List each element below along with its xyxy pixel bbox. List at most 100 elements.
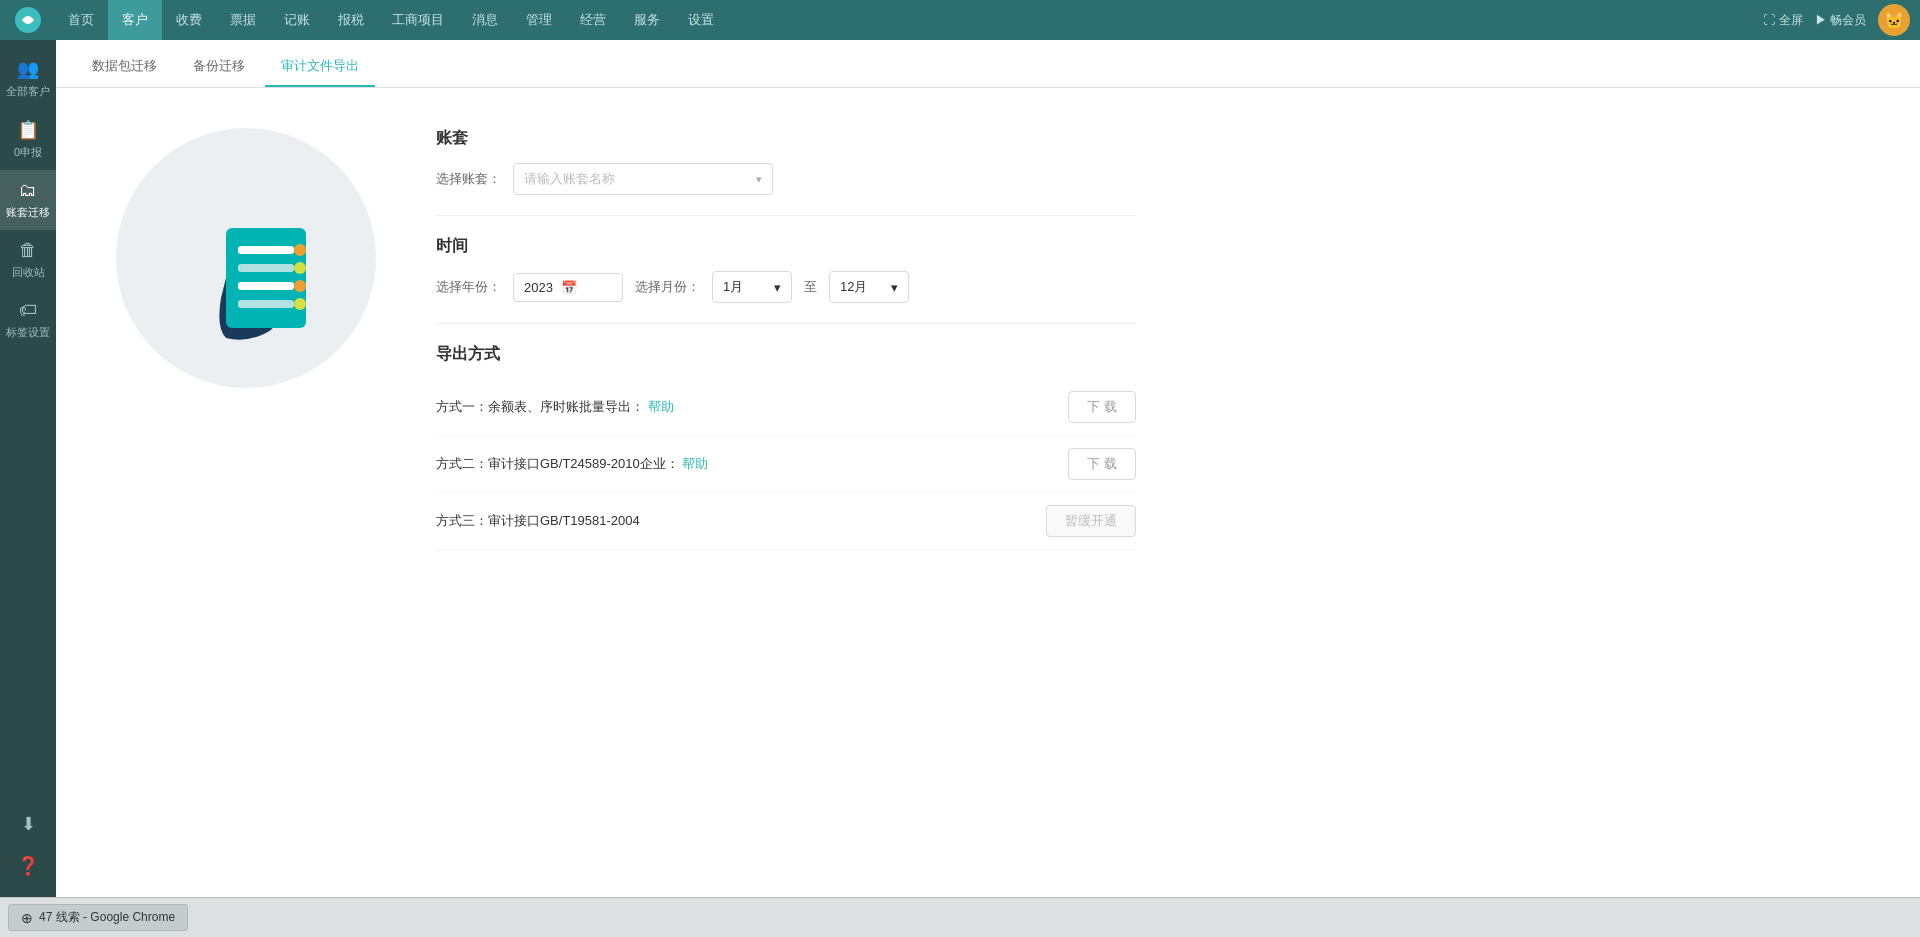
method-3-text: 方式三：审计接口GB/T19581-2004 xyxy=(436,512,640,530)
nav-invoice[interactable]: 票据 xyxy=(216,0,270,40)
logo xyxy=(10,2,46,38)
svg-point-6 xyxy=(294,244,306,256)
method-1-text: 方式一：余额表、序时账批量导出： 帮助 xyxy=(436,398,674,416)
sidebar-label-account-migration: 账套迁移 xyxy=(6,205,50,220)
calendar-icon: 📅 xyxy=(561,280,577,295)
account-select-placeholder: 请输入账套名称 xyxy=(524,170,615,188)
nav-home[interactable]: 首页 xyxy=(54,0,108,40)
method-2-label: 方式二：审计接口GB/T24589-2010企业： xyxy=(436,456,679,471)
month-end-select[interactable]: 12月 ▾ xyxy=(829,271,909,303)
download-icon: ⬇ xyxy=(21,813,36,835)
sidebar-label-recycle: 回收站 xyxy=(12,265,45,280)
month-end-value: 12月 xyxy=(840,278,867,296)
taskbar-chrome-label: 47 线索 - Google Chrome xyxy=(39,909,175,926)
sidebar-bottom-download[interactable]: ⬇ xyxy=(0,805,56,843)
method-2-text: 方式二：审计接口GB/T24589-2010企业： 帮助 xyxy=(436,455,708,473)
account-select-chevron: ▾ xyxy=(756,173,762,186)
method-row-1: 方式一：余额表、序时账批量导出： 帮助 下 载 xyxy=(436,379,1136,436)
taskbar-chrome-item[interactable]: ⊕ 47 线索 - Google Chrome xyxy=(8,904,188,931)
illustration-svg xyxy=(166,168,326,348)
sidebar-item-tag-settings[interactable]: 🏷 标签设置 xyxy=(0,290,56,350)
nav-message[interactable]: 消息 xyxy=(458,0,512,40)
sidebar-item-all-customers[interactable]: 👥 全部客户 xyxy=(0,48,56,109)
tab-audit-export[interactable]: 审计文件导出 xyxy=(265,47,375,87)
taskbar-chrome-count: 47 xyxy=(39,910,52,924)
account-select-row: 选择账套： 请输入账套名称 ▾ xyxy=(436,163,1136,195)
time-section-title: 时间 xyxy=(436,236,1136,257)
zero-declaration-icon: 📋 xyxy=(17,119,39,141)
nav-operation[interactable]: 经营 xyxy=(566,0,620,40)
method-1-help[interactable]: 帮助 xyxy=(648,399,674,414)
tab-bar: 数据包迁移 备份迁移 审计文件导出 xyxy=(56,40,1920,88)
method-row-3: 方式三：审计接口GB/T19581-2004 暂缓开通 xyxy=(436,493,1136,550)
help-icon: ❓ xyxy=(17,855,39,877)
nav-bookkeeping[interactable]: 记账 xyxy=(270,0,324,40)
divider-2 xyxy=(436,323,1136,324)
sidebar: 👥 全部客户 📋 0申报 🗂 账套迁移 🗑 回收站 🏷 标签设置 ⬇ ❓ xyxy=(0,40,56,897)
nav-service[interactable]: 服务 xyxy=(620,0,674,40)
page-content: 账套 选择账套： 请输入账套名称 ▾ 时间 选择年份： xyxy=(56,88,1920,897)
main-layout: 👥 全部客户 📋 0申报 🗂 账套迁移 🗑 回收站 🏷 标签设置 ⬇ ❓ xyxy=(0,40,1920,897)
svg-point-9 xyxy=(294,298,306,310)
sidebar-item-zero-declaration[interactable]: 📋 0申报 xyxy=(0,109,56,170)
tag-settings-icon: 🏷 xyxy=(19,300,37,321)
svg-rect-5 xyxy=(238,300,294,308)
avatar[interactable]: 🐱 xyxy=(1878,4,1910,36)
account-migration-icon: 🗂 xyxy=(19,180,37,201)
nav-right: ⛶ 全屏 ▶ 畅会员 🐱 xyxy=(1763,4,1910,36)
month-start-value: 1月 xyxy=(723,278,743,296)
account-section-title: 账套 xyxy=(436,128,1136,149)
sidebar-item-recycle[interactable]: 🗑 回收站 xyxy=(0,230,56,290)
export-section-title: 导出方式 xyxy=(436,344,1136,365)
method-3-label: 方式三：审计接口GB/T19581-2004 xyxy=(436,513,640,528)
recycle-icon: 🗑 xyxy=(19,240,37,261)
method-2-download-btn[interactable]: 下 载 xyxy=(1068,448,1136,480)
method-1-download-btn[interactable]: 下 载 xyxy=(1068,391,1136,423)
form-area: 账套 选择账套： 请输入账套名称 ▾ 时间 选择年份： xyxy=(436,128,1136,574)
nav-customer[interactable]: 客户 xyxy=(108,0,162,40)
month-start-chevron: ▾ xyxy=(774,280,781,295)
fullscreen-btn[interactable]: ⛶ 全屏 xyxy=(1763,12,1802,29)
vip-btn[interactable]: ▶ 畅会员 xyxy=(1815,12,1866,29)
top-nav: 首页 客户 收费 票据 记账 报税 工商项目 消息 管理 经营 服务 设置 ⛶ … xyxy=(0,0,1920,40)
month-label: 选择月份： xyxy=(635,278,700,296)
chrome-icon: ⊕ xyxy=(21,910,33,926)
tab-backup-migration[interactable]: 备份迁移 xyxy=(177,47,261,87)
year-value: 2023 xyxy=(524,280,553,295)
nav-items: 首页 客户 收费 票据 记账 报税 工商项目 消息 管理 经营 服务 设置 xyxy=(54,0,1763,40)
svg-rect-2 xyxy=(238,246,294,254)
month-end-chevron: ▾ xyxy=(891,280,898,295)
svg-rect-4 xyxy=(238,282,294,290)
year-label: 选择年份： xyxy=(436,278,501,296)
method-2-help[interactable]: 帮助 xyxy=(682,456,708,471)
method-3-coming-soon-btn: 暂缓开通 xyxy=(1046,505,1136,537)
account-select[interactable]: 请输入账套名称 ▾ xyxy=(513,163,773,195)
taskbar: ⊕ 47 线索 - Google Chrome xyxy=(0,897,1920,937)
sidebar-item-account-migration[interactable]: 🗂 账套迁移 xyxy=(0,170,56,230)
taskbar-chrome-app-label: 线索 - Google Chrome xyxy=(56,910,175,924)
all-customers-icon: 👥 xyxy=(17,58,39,80)
sidebar-label-zero-declaration: 0申报 xyxy=(14,145,42,160)
nav-settings[interactable]: 设置 xyxy=(674,0,728,40)
svg-point-8 xyxy=(294,280,306,292)
year-input[interactable]: 2023 📅 xyxy=(513,273,623,302)
illustration-circle xyxy=(116,128,376,388)
time-row: 选择年份： 2023 📅 选择月份： 1月 ▾ 至 12月 xyxy=(436,271,1136,303)
svg-rect-1 xyxy=(226,228,306,328)
method-row-2: 方式二：审计接口GB/T24589-2010企业： 帮助 下 载 xyxy=(436,436,1136,493)
nav-business[interactable]: 工商项目 xyxy=(378,0,458,40)
nav-billing[interactable]: 收费 xyxy=(162,0,216,40)
export-methods-list: 方式一：余额表、序时账批量导出： 帮助 下 载 方式二：审计接口GB/T2458… xyxy=(436,379,1136,550)
sidebar-label-tag-settings: 标签设置 xyxy=(6,325,50,340)
account-select-label: 选择账套： xyxy=(436,170,501,188)
nav-management[interactable]: 管理 xyxy=(512,0,566,40)
export-container: 账套 选择账套： 请输入账套名称 ▾ 时间 选择年份： xyxy=(116,128,1860,574)
method-1-label: 方式一：余额表、序时账批量导出： xyxy=(436,399,644,414)
svg-point-7 xyxy=(294,262,306,274)
sidebar-bottom-help[interactable]: ❓ xyxy=(0,847,56,885)
content-area: 数据包迁移 备份迁移 审计文件导出 xyxy=(56,40,1920,897)
illustration-area xyxy=(116,128,376,388)
month-start-select[interactable]: 1月 ▾ xyxy=(712,271,792,303)
tab-data-migration[interactable]: 数据包迁移 xyxy=(76,47,173,87)
nav-tax[interactable]: 报税 xyxy=(324,0,378,40)
